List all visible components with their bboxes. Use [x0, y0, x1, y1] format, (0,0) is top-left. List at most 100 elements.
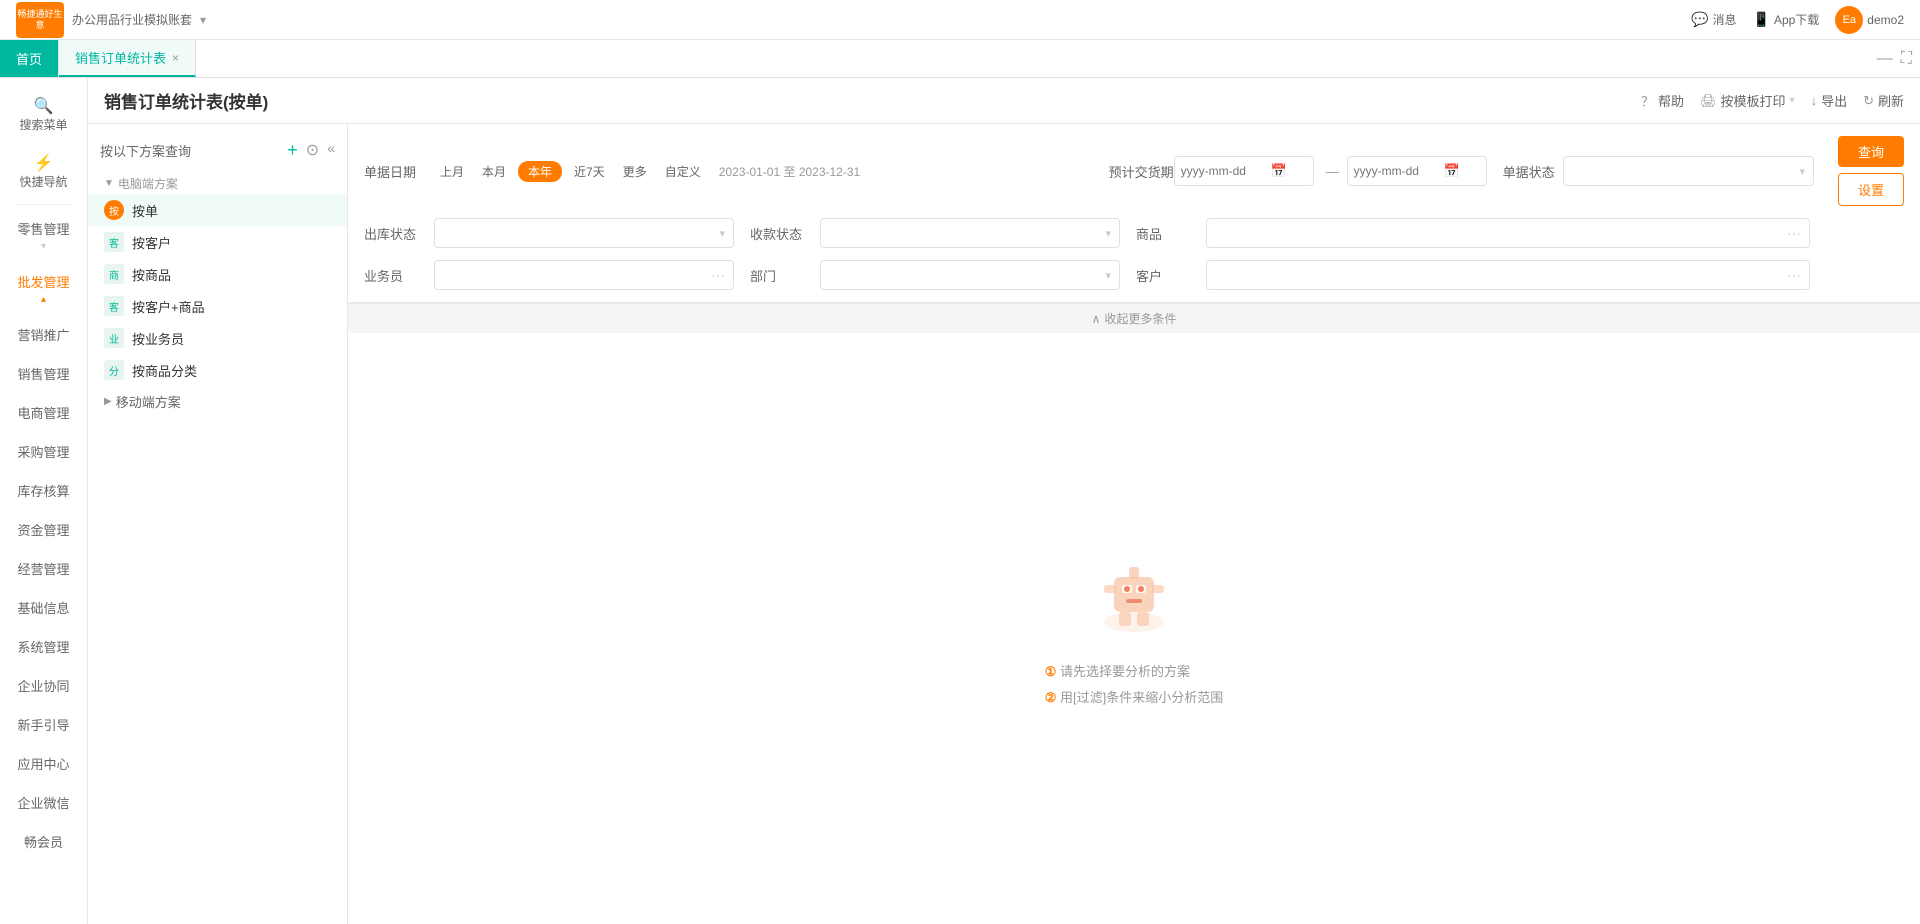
- tabbar-maximize-btn[interactable]: ⛶: [1901, 50, 1912, 68]
- section-triangle-icon: ▼: [104, 178, 114, 189]
- sidebar-item-inventory[interactable]: 库存核算: [0, 471, 87, 510]
- export-btn[interactable]: ↓ 导出: [1811, 91, 1848, 110]
- search-button[interactable]: 查询: [1838, 136, 1904, 167]
- sidebar-item-finance[interactable]: 资金管理: [0, 510, 87, 549]
- sidebar-item-search-menu[interactable]: 🔍 搜索菜单: [0, 86, 87, 143]
- dept-label: 部门: [750, 266, 820, 285]
- scheme-by-customer-goods-icon: 客: [104, 296, 124, 316]
- sidebar-system-label: 系统管理: [4, 637, 83, 656]
- sidebar-basic-info-label: 基础信息: [4, 598, 83, 617]
- expected-date-end[interactable]: [1354, 164, 1444, 178]
- date-btn-more[interactable]: 更多: [617, 161, 653, 182]
- sidebar-item-system[interactable]: 系统管理: [0, 627, 87, 666]
- sidebar: 🔍 搜索菜单 ⚡ 快捷导航 零售管理 ▾ 批发管理 ▴ 营销推广 销售管理 电商…: [0, 78, 88, 924]
- scheme-by-salesperson[interactable]: 业 按业务员: [88, 322, 347, 354]
- app-download-btn[interactable]: 📱 App下载: [1753, 11, 1820, 28]
- refresh-btn[interactable]: ↻ 刷新: [1863, 91, 1904, 110]
- filter-row-3: 业务员 ··· 部门 ▾ 客户 ···: [364, 260, 1904, 290]
- sidebar-retail-arrow: ▾: [41, 241, 46, 252]
- filter-row-1: 单据日期 上月 本月 本年 近7天 更多 自定义 2023-01-01 至 20…: [364, 136, 1904, 206]
- dept-select[interactable]: ▾: [820, 260, 1120, 290]
- scheme-collapse-icon[interactable]: «: [327, 140, 335, 161]
- topbar: 畅捷通好生意 办公用品行业模拟账套 ▾ 💬 消息 📱 App下载 Ea demo…: [0, 0, 1920, 40]
- tab-sales-stat[interactable]: 销售订单统计表 ×: [59, 40, 196, 77]
- help-label: 帮助: [1658, 91, 1684, 110]
- sidebar-operations-label: 经营管理: [4, 559, 83, 578]
- left-panel: 按以下方案查询 + ⊙ « ▼ 电脑端方案 按 按单 客: [88, 124, 348, 924]
- sidebar-collab-label: 企业协同: [4, 676, 83, 695]
- app-dropdown-icon[interactable]: ▾: [200, 13, 206, 27]
- scheme-settings-icon[interactable]: ⊙: [306, 140, 319, 161]
- message-btn[interactable]: 💬 消息: [1691, 11, 1736, 28]
- single-status-label: 单据状态: [1503, 162, 1563, 181]
- user-menu[interactable]: Ea demo2: [1835, 6, 1904, 34]
- out-status-select[interactable]: ▾: [434, 218, 734, 248]
- template-print-btn[interactable]: 🖨 按模板打印 ▾: [1700, 91, 1795, 110]
- sidebar-item-operations[interactable]: 经营管理: [0, 549, 87, 588]
- sidebar-item-collab[interactable]: 企业协同: [0, 666, 87, 705]
- app-title: 办公用品行业模拟账套: [72, 11, 192, 28]
- single-date-label: 单据日期: [364, 162, 434, 181]
- date-btn-last-month[interactable]: 上月: [434, 161, 470, 182]
- template-print-label: 按模板打印: [1721, 91, 1786, 110]
- tabbar: 首页 销售订单统计表 × — ⛶: [0, 40, 1920, 78]
- dept-arrow: ▾: [1105, 269, 1111, 282]
- tabbar-minimize-btn[interactable]: —: [1877, 50, 1893, 68]
- pc-scheme-section: ▼ 电脑端方案: [88, 169, 347, 194]
- expected-date-end-wrap[interactable]: 📅: [1347, 156, 1487, 186]
- tab-home[interactable]: 首页: [0, 40, 59, 77]
- single-status-arrow: ▾: [1799, 165, 1805, 178]
- filter-area: 单据日期 上月 本月 本年 近7天 更多 自定义 2023-01-01 至 20…: [348, 124, 1920, 303]
- sidebar-item-ecommerce[interactable]: 电商管理: [0, 393, 87, 432]
- receive-status-label: 收款状态: [750, 224, 820, 243]
- help-btn[interactable]: ？ 帮助: [1641, 91, 1684, 110]
- salesperson-dropdown[interactable]: [443, 268, 711, 282]
- scheme-by-order[interactable]: 按 按单: [88, 194, 347, 226]
- scheme-by-goods-category[interactable]: 分 按商品分类: [88, 354, 347, 386]
- sidebar-member-label: 畅会员: [4, 832, 83, 851]
- export-icon: ↓: [1811, 93, 1818, 108]
- sidebar-item-member[interactable]: 畅会员: [0, 822, 87, 861]
- receive-status-select[interactable]: ▾: [820, 218, 1120, 248]
- sidebar-item-newbie[interactable]: 新手引导: [0, 705, 87, 744]
- salesperson-select[interactable]: ···: [434, 260, 734, 290]
- customer-dropdown[interactable]: [1215, 268, 1787, 282]
- setting-button[interactable]: 设置: [1838, 173, 1904, 206]
- customer-label: 客户: [1136, 266, 1206, 285]
- sidebar-item-sales[interactable]: 销售管理: [0, 354, 87, 393]
- receive-status-dropdown[interactable]: [829, 226, 1105, 240]
- expected-date-start[interactable]: [1181, 164, 1271, 178]
- customer-select[interactable]: ···: [1206, 260, 1810, 290]
- sidebar-item-basic-info[interactable]: 基础信息: [0, 588, 87, 627]
- collapse-bar[interactable]: ∧ 收起更多条件: [348, 303, 1920, 333]
- user-name: demo2: [1867, 13, 1904, 27]
- date-range-display: 2023-01-01 至 2023-12-31: [719, 163, 860, 180]
- goods-select[interactable]: ···: [1206, 218, 1810, 248]
- date-btn-custom[interactable]: 自定义: [659, 161, 707, 182]
- scheme-by-customer[interactable]: 客 按客户: [88, 226, 347, 258]
- dept-dropdown[interactable]: [829, 268, 1105, 282]
- tab-close-icon[interactable]: ×: [172, 51, 179, 65]
- sidebar-item-retail[interactable]: 零售管理 ▾: [0, 209, 87, 262]
- scheme-by-goods[interactable]: 商 按商品: [88, 258, 347, 290]
- date-btn-this-month[interactable]: 本月: [476, 161, 512, 182]
- single-status-dropdown[interactable]: [1572, 164, 1800, 178]
- scheme-add-icon[interactable]: +: [287, 140, 298, 161]
- left-panel-title: 按以下方案查询: [100, 141, 191, 160]
- out-status-dropdown[interactable]: [443, 226, 719, 240]
- left-panel-icons: + ⊙ «: [287, 140, 335, 161]
- scheme-by-customer-goods[interactable]: 客 按客户+商品: [88, 290, 347, 322]
- sidebar-item-purchase[interactable]: 采购管理: [0, 432, 87, 471]
- sidebar-item-marketing[interactable]: 营销推广: [0, 315, 87, 354]
- sidebar-item-appcenter[interactable]: 应用中心: [0, 744, 87, 783]
- sidebar-item-wechat[interactable]: 企业微信: [0, 783, 87, 822]
- goods-dropdown[interactable]: [1215, 226, 1787, 240]
- mobile-section[interactable]: ▶ 移动端方案: [88, 386, 347, 417]
- expected-date-start-wrap[interactable]: 📅: [1174, 156, 1314, 186]
- date-btn-7days[interactable]: 近7天: [568, 161, 611, 182]
- content-area: 销售订单统计表(按单) ？ 帮助 🖨 按模板打印 ▾ ↓ 导出 ↻ 刷新: [88, 78, 1920, 924]
- date-btn-this-year[interactable]: 本年: [518, 161, 562, 182]
- sidebar-item-quick-nav[interactable]: ⚡ 快捷导航: [0, 143, 87, 200]
- sidebar-item-wholesale[interactable]: 批发管理 ▴: [0, 262, 87, 315]
- single-status-select[interactable]: ▾: [1563, 156, 1814, 186]
